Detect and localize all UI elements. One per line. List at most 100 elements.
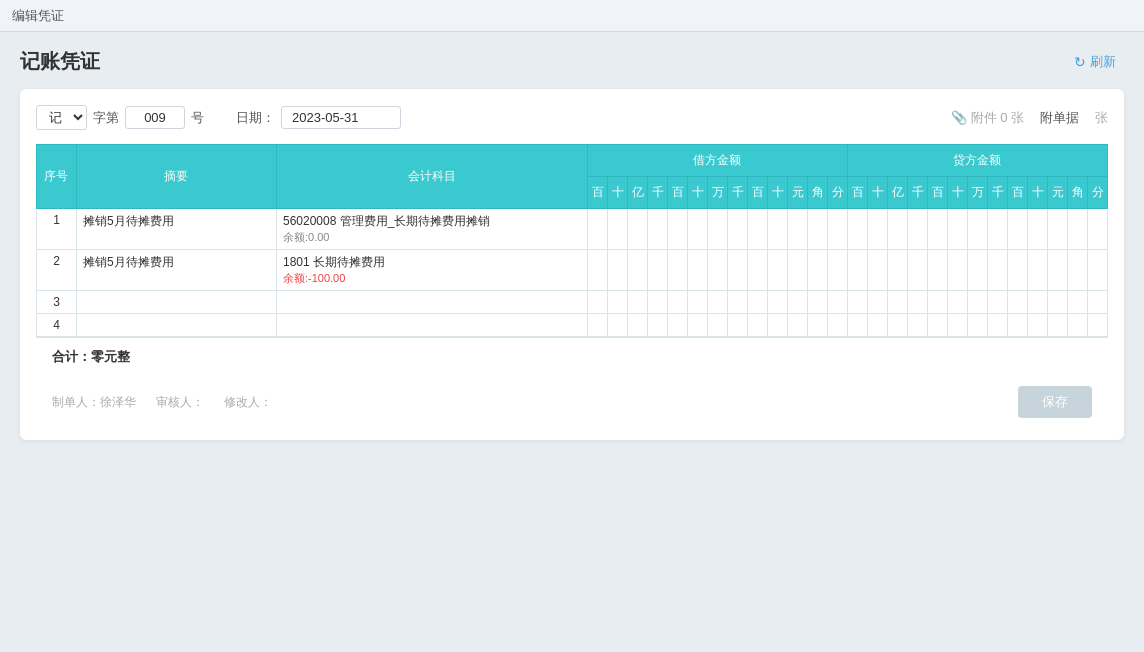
row-summary-1[interactable]: 摊销5月待摊费用 bbox=[76, 250, 276, 291]
debit-cell-r2-c6[interactable] bbox=[707, 291, 727, 314]
credit-cell-r0-c6[interactable] bbox=[967, 209, 987, 250]
credit-cell-r2-c12[interactable] bbox=[1087, 291, 1107, 314]
refresh-button[interactable]: ↻ 刷新 bbox=[1066, 49, 1124, 75]
credit-cell-r0-c2[interactable] bbox=[887, 209, 907, 250]
debit-cell-r1-c0[interactable] bbox=[588, 250, 608, 291]
debit-cell-r3-c5[interactable] bbox=[687, 314, 707, 337]
credit-cell-r0-c4[interactable] bbox=[927, 209, 947, 250]
credit-cell-r1-c9[interactable] bbox=[1027, 250, 1047, 291]
row-summary-0[interactable]: 摊销5月待摊费用 bbox=[76, 209, 276, 250]
debit-cell-r2-c2[interactable] bbox=[628, 291, 648, 314]
debit-cell-r3-c3[interactable] bbox=[647, 314, 667, 337]
attachment-link[interactable]: 📎 附件 0 张 bbox=[951, 109, 1024, 127]
credit-cell-r2-c8[interactable] bbox=[1007, 291, 1027, 314]
credit-cell-r1-c4[interactable] bbox=[927, 250, 947, 291]
debit-cell-r0-c11[interactable] bbox=[807, 209, 827, 250]
credit-cell-r3-c5[interactable] bbox=[947, 314, 967, 337]
debit-cell-r2-c7[interactable] bbox=[727, 291, 747, 314]
credit-cell-r0-c12[interactable] bbox=[1087, 209, 1107, 250]
credit-cell-r0-c5[interactable] bbox=[947, 209, 967, 250]
credit-cell-r0-c9[interactable] bbox=[1027, 209, 1047, 250]
credit-cell-r1-c10[interactable] bbox=[1047, 250, 1067, 291]
debit-cell-r3-c12[interactable] bbox=[827, 314, 847, 337]
debit-cell-r2-c12[interactable] bbox=[827, 291, 847, 314]
debit-cell-r2-c3[interactable] bbox=[647, 291, 667, 314]
debit-cell-r2-c11[interactable] bbox=[807, 291, 827, 314]
debit-cell-r3-c9[interactable] bbox=[767, 314, 787, 337]
debit-cell-r3-c11[interactable] bbox=[807, 314, 827, 337]
credit-cell-r2-c11[interactable] bbox=[1067, 291, 1087, 314]
debit-cell-r1-c4[interactable] bbox=[667, 250, 687, 291]
row-summary-3[interactable] bbox=[76, 314, 276, 337]
voucher-number-input[interactable] bbox=[125, 106, 185, 129]
debit-cell-r0-c8[interactable] bbox=[747, 209, 767, 250]
debit-cell-r1-c10[interactable] bbox=[787, 250, 807, 291]
credit-cell-r2-c5[interactable] bbox=[947, 291, 967, 314]
credit-cell-r3-c9[interactable] bbox=[1027, 314, 1047, 337]
debit-cell-r0-c2[interactable] bbox=[628, 209, 648, 250]
credit-cell-r3-c7[interactable] bbox=[987, 314, 1007, 337]
debit-cell-r3-c8[interactable] bbox=[747, 314, 767, 337]
row-account-1[interactable]: 1801 长期待摊费用余额:-100.00 bbox=[276, 250, 587, 291]
credit-cell-r1-c12[interactable] bbox=[1087, 250, 1107, 291]
date-input[interactable] bbox=[281, 106, 401, 129]
credit-cell-r3-c2[interactable] bbox=[887, 314, 907, 337]
attach-doc[interactable]: 附单据 bbox=[1040, 109, 1079, 127]
debit-cell-r1-c12[interactable] bbox=[827, 250, 847, 291]
debit-cell-r2-c9[interactable] bbox=[767, 291, 787, 314]
debit-cell-r2-c10[interactable] bbox=[787, 291, 807, 314]
debit-cell-r3-c0[interactable] bbox=[588, 314, 608, 337]
credit-cell-r1-c11[interactable] bbox=[1067, 250, 1087, 291]
debit-cell-r1-c1[interactable] bbox=[608, 250, 628, 291]
credit-cell-r2-c0[interactable] bbox=[847, 291, 867, 314]
credit-cell-r3-c11[interactable] bbox=[1067, 314, 1087, 337]
credit-cell-r0-c8[interactable] bbox=[1007, 209, 1027, 250]
debit-cell-r0-c9[interactable] bbox=[767, 209, 787, 250]
credit-cell-r3-c12[interactable] bbox=[1087, 314, 1107, 337]
debit-cell-r3-c4[interactable] bbox=[667, 314, 687, 337]
debit-cell-r0-c1[interactable] bbox=[608, 209, 628, 250]
credit-cell-r0-c3[interactable] bbox=[907, 209, 927, 250]
credit-cell-r1-c2[interactable] bbox=[887, 250, 907, 291]
credit-cell-r0-c0[interactable] bbox=[847, 209, 867, 250]
debit-cell-r2-c8[interactable] bbox=[747, 291, 767, 314]
debit-cell-r0-c12[interactable] bbox=[827, 209, 847, 250]
debit-cell-r0-c4[interactable] bbox=[667, 209, 687, 250]
debit-cell-r2-c1[interactable] bbox=[608, 291, 628, 314]
debit-cell-r1-c8[interactable] bbox=[747, 250, 767, 291]
credit-cell-r1-c8[interactable] bbox=[1007, 250, 1027, 291]
debit-cell-r1-c3[interactable] bbox=[647, 250, 667, 291]
credit-cell-r1-c6[interactable] bbox=[967, 250, 987, 291]
credit-cell-r2-c3[interactable] bbox=[907, 291, 927, 314]
debit-cell-r1-c6[interactable] bbox=[707, 250, 727, 291]
credit-cell-r3-c4[interactable] bbox=[927, 314, 947, 337]
debit-cell-r1-c7[interactable] bbox=[727, 250, 747, 291]
credit-cell-r3-c0[interactable] bbox=[847, 314, 867, 337]
credit-cell-r1-c7[interactable] bbox=[987, 250, 1007, 291]
debit-cell-r3-c10[interactable] bbox=[787, 314, 807, 337]
credit-cell-r2-c2[interactable] bbox=[887, 291, 907, 314]
credit-cell-r1-c1[interactable] bbox=[867, 250, 887, 291]
debit-cell-r3-c7[interactable] bbox=[727, 314, 747, 337]
debit-cell-r2-c0[interactable] bbox=[588, 291, 608, 314]
debit-cell-r3-c2[interactable] bbox=[628, 314, 648, 337]
debit-cell-r1-c2[interactable] bbox=[628, 250, 648, 291]
row-account-0[interactable]: 56020008 管理费用_长期待摊费用摊销余额:0.00 bbox=[276, 209, 587, 250]
credit-cell-r1-c3[interactable] bbox=[907, 250, 927, 291]
debit-cell-r0-c0[interactable] bbox=[588, 209, 608, 250]
debit-cell-r0-c6[interactable] bbox=[707, 209, 727, 250]
credit-cell-r2-c1[interactable] bbox=[867, 291, 887, 314]
debit-cell-r1-c5[interactable] bbox=[687, 250, 707, 291]
row-account-3[interactable] bbox=[276, 314, 587, 337]
debit-cell-r0-c3[interactable] bbox=[647, 209, 667, 250]
credit-cell-r0-c11[interactable] bbox=[1067, 209, 1087, 250]
row-account-2[interactable] bbox=[276, 291, 587, 314]
credit-cell-r2-c10[interactable] bbox=[1047, 291, 1067, 314]
debit-cell-r2-c4[interactable] bbox=[667, 291, 687, 314]
credit-cell-r2-c4[interactable] bbox=[927, 291, 947, 314]
row-summary-2[interactable] bbox=[76, 291, 276, 314]
credit-cell-r3-c10[interactable] bbox=[1047, 314, 1067, 337]
credit-cell-r3-c1[interactable] bbox=[867, 314, 887, 337]
credit-cell-r3-c3[interactable] bbox=[907, 314, 927, 337]
credit-cell-r0-c7[interactable] bbox=[987, 209, 1007, 250]
